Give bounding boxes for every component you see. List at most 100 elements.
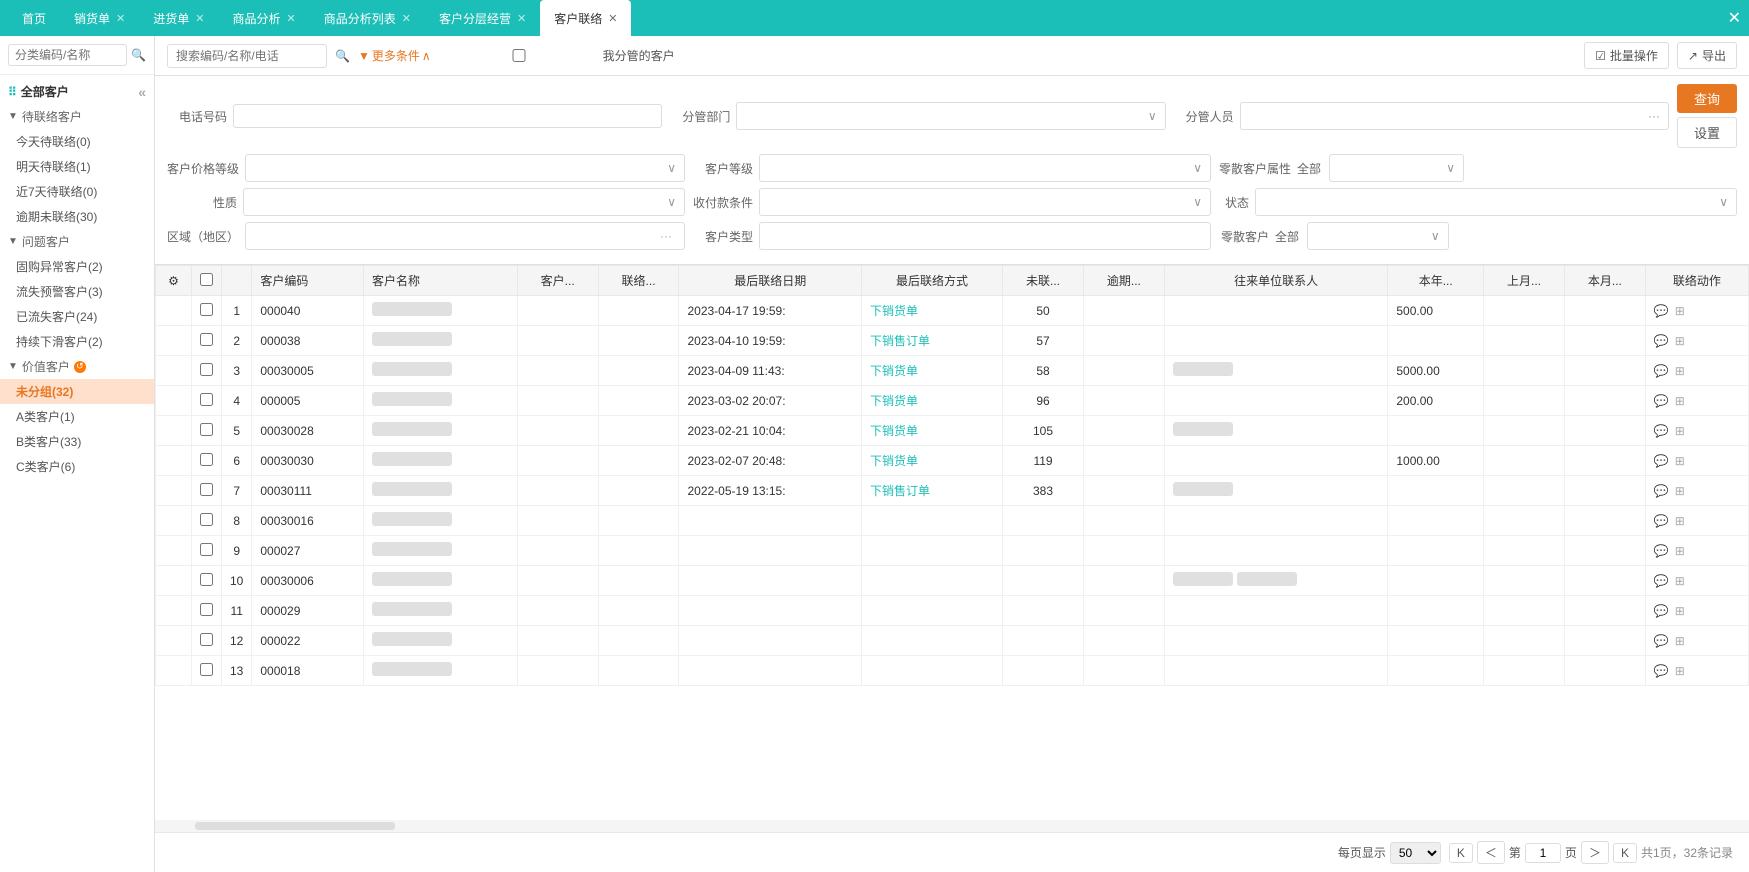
- message-icon[interactable]: 💬: [1654, 364, 1669, 378]
- td-action[interactable]: 💬 ⊞: [1645, 386, 1748, 416]
- next-page-btn[interactable]: ＞: [1581, 841, 1609, 864]
- export-btn[interactable]: ↗ 导出: [1677, 42, 1737, 69]
- th-unit-contact[interactable]: 往来单位联系人: [1164, 266, 1388, 296]
- th-contact[interactable]: 联络...: [598, 266, 679, 296]
- today-pending[interactable]: 今天待联络(0): [0, 129, 154, 154]
- th-customer-type[interactable]: 客户...: [517, 266, 598, 296]
- customer-tier-select[interactable]: ∨: [759, 154, 1211, 182]
- td-action[interactable]: 💬 ⊞: [1645, 296, 1748, 326]
- message-icon[interactable]: 💬: [1654, 664, 1669, 678]
- select-all-checkbox[interactable]: [200, 273, 213, 286]
- td-last-method[interactable]: 下销货单: [861, 386, 1002, 416]
- td-last-method[interactable]: 下销货单: [861, 296, 1002, 326]
- td-action[interactable]: 💬 ⊞: [1645, 476, 1748, 506]
- grid-icon[interactable]: ⊞: [1675, 394, 1685, 408]
- tab-close-customer-contact[interactable]: ✕: [608, 12, 617, 25]
- tomorrow-pending[interactable]: 明天待联络(1): [0, 154, 154, 179]
- lost-customers[interactable]: 已流失客户(24): [0, 304, 154, 329]
- td-last-method[interactable]: [861, 596, 1002, 626]
- contact-method-link[interactable]: 下销货单: [870, 454, 918, 468]
- td-last-method[interactable]: 下销售订单: [861, 326, 1002, 356]
- value-customer-group[interactable]: ▼ 价值客户 ↺: [0, 354, 154, 379]
- tab-close-customer-tier[interactable]: ✕: [517, 12, 526, 25]
- td-action[interactable]: 💬 ⊞: [1645, 566, 1748, 596]
- contact-method-link[interactable]: 下销货单: [870, 304, 918, 318]
- price-tier-select[interactable]: ∨: [245, 154, 685, 182]
- td-checkbox[interactable]: [192, 506, 222, 536]
- tab-close-purchase-order[interactable]: ✕: [195, 12, 204, 25]
- type-c-customers[interactable]: C类客户(6): [0, 454, 154, 479]
- grid-icon[interactable]: ⊞: [1675, 514, 1685, 528]
- reset-button[interactable]: 设置: [1677, 117, 1737, 148]
- last-page-btn[interactable]: K: [1613, 843, 1637, 863]
- row-checkbox[interactable]: [200, 603, 213, 616]
- sidebar-search-input[interactable]: [8, 44, 127, 66]
- td-action[interactable]: 💬 ⊞: [1645, 506, 1748, 536]
- abnormal-customers[interactable]: 固购异常客户(2): [0, 254, 154, 279]
- retail-attr-select[interactable]: ∨: [1329, 154, 1464, 182]
- all-customers-header[interactable]: ⠿ 全部客户 «: [0, 75, 154, 104]
- td-checkbox[interactable]: [192, 656, 222, 686]
- ungrouped-customers[interactable]: 未分组(32): [0, 379, 154, 404]
- search-input[interactable]: [167, 44, 327, 68]
- grid-icon[interactable]: ⊞: [1675, 424, 1685, 438]
- td-action[interactable]: 💬 ⊞: [1645, 446, 1748, 476]
- td-action[interactable]: 💬 ⊞: [1645, 356, 1748, 386]
- th-not-contacted[interactable]: 未联...: [1003, 266, 1084, 296]
- declining-customers[interactable]: 持续下滑客户(2): [0, 329, 154, 354]
- message-icon[interactable]: 💬: [1654, 424, 1669, 438]
- td-last-method[interactable]: [861, 566, 1002, 596]
- message-icon[interactable]: 💬: [1654, 304, 1669, 318]
- batch-operation-btn[interactable]: ☑ 批量操作: [1584, 42, 1669, 69]
- customer-type-select[interactable]: [759, 222, 1211, 250]
- td-checkbox[interactable]: [192, 446, 222, 476]
- grid-icon[interactable]: ⊞: [1675, 304, 1685, 318]
- th-last-month[interactable]: 上月...: [1484, 266, 1565, 296]
- region-select[interactable]: ···: [245, 222, 685, 250]
- td-checkbox[interactable]: [192, 296, 222, 326]
- td-checkbox[interactable]: [192, 536, 222, 566]
- td-checkbox[interactable]: [192, 356, 222, 386]
- pending-contact-group[interactable]: ▼ 待联络客户: [0, 104, 154, 129]
- row-checkbox[interactable]: [200, 483, 213, 496]
- td-checkbox[interactable]: [192, 566, 222, 596]
- scrollbar-thumb[interactable]: [195, 822, 395, 830]
- grid-icon[interactable]: ⊞: [1675, 604, 1685, 618]
- status-select[interactable]: ∨: [1255, 188, 1737, 216]
- row-checkbox[interactable]: [200, 393, 213, 406]
- td-checkbox[interactable]: [192, 476, 222, 506]
- td-checkbox[interactable]: [192, 596, 222, 626]
- message-icon[interactable]: 💬: [1654, 544, 1669, 558]
- td-last-method[interactable]: [861, 536, 1002, 566]
- row-checkbox[interactable]: [200, 633, 213, 646]
- th-last-date[interactable]: 最后联络日期: [679, 266, 861, 296]
- th-settings[interactable]: ⚙: [156, 266, 192, 296]
- message-icon[interactable]: 💬: [1654, 454, 1669, 468]
- message-icon[interactable]: 💬: [1654, 484, 1669, 498]
- first-page-btn[interactable]: K: [1449, 843, 1473, 863]
- row-checkbox[interactable]: [200, 453, 213, 466]
- row-checkbox[interactable]: [200, 573, 213, 586]
- tab-product-analysis[interactable]: 商品分析 ✕: [218, 0, 309, 36]
- td-last-method[interactable]: [861, 506, 1002, 536]
- td-last-method[interactable]: 下销货单: [861, 416, 1002, 446]
- contact-method-link[interactable]: 下销货单: [870, 364, 918, 378]
- td-action[interactable]: 💬 ⊞: [1645, 626, 1748, 656]
- td-action[interactable]: 💬 ⊞: [1645, 596, 1748, 626]
- overdue-pending[interactable]: 逾期未联络(30): [0, 204, 154, 229]
- td-checkbox[interactable]: [192, 416, 222, 446]
- tab-home[interactable]: 首页: [8, 0, 60, 36]
- page-size-select[interactable]: 50 100 200: [1390, 842, 1441, 864]
- contact-method-link[interactable]: 下销售订单: [870, 334, 930, 348]
- problem-customer-group[interactable]: ▼ 问题客户: [0, 229, 154, 254]
- grid-icon[interactable]: ⊞: [1675, 454, 1685, 468]
- week-pending[interactable]: 近7天待联络(0): [0, 179, 154, 204]
- churn-warning-customers[interactable]: 流失预警客户(3): [0, 279, 154, 304]
- row-checkbox[interactable]: [200, 363, 213, 376]
- th-checkbox[interactable]: [192, 266, 222, 296]
- phone-input[interactable]: [233, 104, 662, 128]
- tab-customer-contact[interactable]: 客户联络 ✕: [540, 0, 631, 36]
- td-last-method[interactable]: 下销售订单: [861, 476, 1002, 506]
- nature-select[interactable]: ∨: [243, 188, 685, 216]
- search-filter-icon[interactable]: 🔍: [335, 49, 350, 63]
